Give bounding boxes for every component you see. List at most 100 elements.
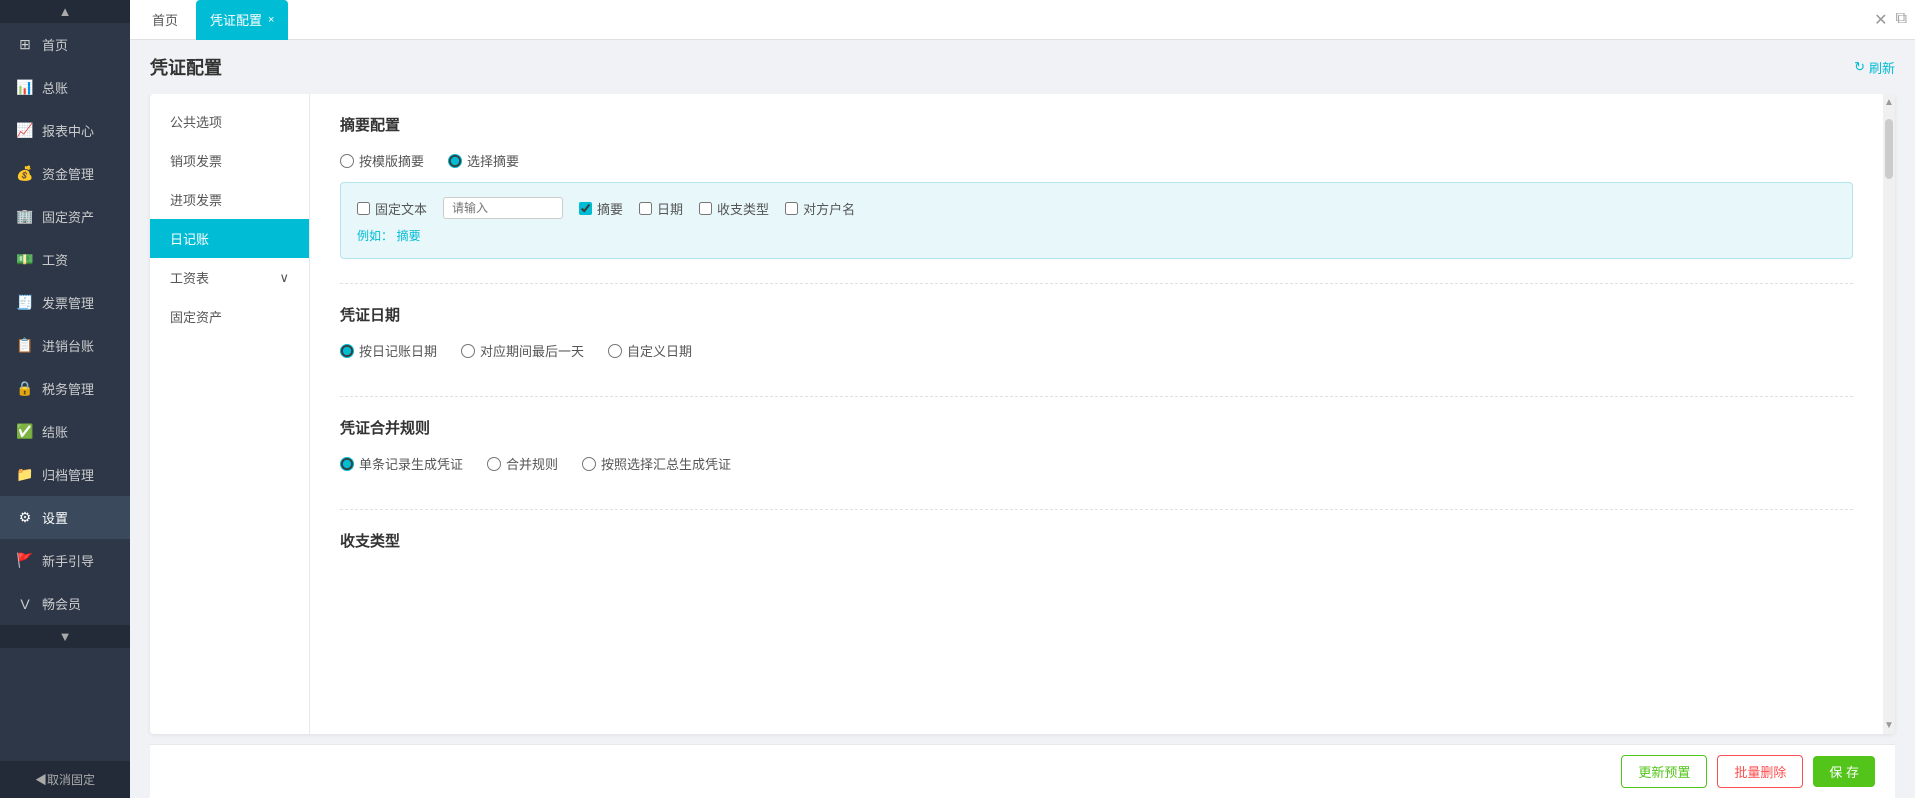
tab-voucher-config[interactable]: 凭证配置 ×: [196, 0, 288, 40]
radio-last-day-input[interactable]: [461, 344, 475, 358]
sidebar-scroll-up[interactable]: ▲: [0, 0, 130, 23]
assets-icon: 🏢: [16, 208, 34, 225]
radio-select-input[interactable]: [448, 154, 462, 168]
scroll-up-arrow[interactable]: ▲: [1883, 94, 1895, 111]
checkbox-income-type-input[interactable]: [699, 202, 712, 215]
radio-custom-date-input[interactable]: [608, 344, 622, 358]
summary-checkbox-row: 固定文本 摘要 日期: [357, 197, 1836, 219]
checkbox-fixed-text-label: 固定文本: [375, 199, 427, 218]
tax-icon: 🔒: [16, 380, 34, 397]
sidebar-item-archive[interactable]: 📁 归档管理: [0, 453, 130, 496]
sidebar-item-guide[interactable]: 🚩 新手引导: [0, 539, 130, 582]
sidebar-item-fixed-assets[interactable]: 🏢 固定资产: [0, 195, 130, 238]
sidebar-item-label: 结账: [42, 422, 68, 441]
radio-single-input[interactable]: [340, 457, 354, 471]
radio-last-day[interactable]: 对应期间最后一天: [461, 341, 584, 360]
sidebar-item-invoice-mgmt[interactable]: 🧾 发票管理: [0, 281, 130, 324]
radio-merge-input[interactable]: [487, 457, 501, 471]
radio-journal-date[interactable]: 按日记账日期: [340, 341, 437, 360]
summary-config-section: 摘要配置 按模版摘要 选择摘要: [340, 114, 1853, 284]
sidebar-item-tax-mgmt[interactable]: 🔒 税务管理: [0, 367, 130, 410]
sidebar-item-home[interactable]: ⊞ 首页: [0, 23, 130, 66]
tab-bar-actions: ✕ ⧉: [1874, 10, 1907, 30]
scrollbar-track[interactable]: ▲ ▼: [1883, 94, 1895, 734]
voucher-date-title: 凭证日期: [340, 304, 1853, 325]
checkbox-income-type[interactable]: 收支类型: [699, 199, 769, 218]
refresh-button[interactable]: ↻ 刷新: [1854, 58, 1895, 77]
sidebar-scroll-down[interactable]: ▼: [0, 625, 130, 648]
checkbox-counterpart-input[interactable]: [785, 202, 798, 215]
sidebar-item-sales-ledger[interactable]: 📋 进销台账: [0, 324, 130, 367]
radio-summary-voucher[interactable]: 按照选择汇总生成凭证: [582, 454, 731, 473]
restore-window-icon[interactable]: ⧉: [1896, 10, 1907, 30]
refresh-icon: ↻: [1854, 59, 1865, 75]
radio-template-summary[interactable]: 按模版摘要: [340, 151, 424, 170]
checkbox-date-input[interactable]: [639, 202, 652, 215]
checkbox-summary-input[interactable]: [579, 202, 592, 215]
left-nav-journal-label: 日记账: [170, 229, 209, 248]
radio-custom-date-label: 自定义日期: [627, 341, 692, 360]
close-window-icon[interactable]: ✕: [1874, 10, 1887, 30]
sidebar-item-label: 报表中心: [42, 121, 94, 140]
radio-template-label: 按模版摘要: [359, 151, 424, 170]
checkbox-fixed-text-input[interactable]: [357, 202, 370, 215]
sidebar-item-salary[interactable]: 💵 工资: [0, 238, 130, 281]
ledger-icon: 📊: [16, 79, 34, 96]
sidebar-unpin-button[interactable]: ◀取消固定: [0, 761, 130, 798]
salary-icon: 💵: [16, 251, 34, 268]
sidebar-item-label: 总账: [42, 78, 68, 97]
sidebar-item-settings[interactable]: ⚙ 设置: [0, 496, 130, 539]
checkbox-date[interactable]: 日期: [639, 199, 683, 218]
sidebar-item-fund-mgmt[interactable]: 💰 资金管理: [0, 152, 130, 195]
merge-rule-section: 凭证合并规则 单条记录生成凭证 合并规则 按照选择汇总生成凭证: [340, 417, 1853, 510]
summary-config-title: 摘要配置: [340, 114, 1853, 135]
radio-single-record[interactable]: 单条记录生成凭证: [340, 454, 463, 473]
radio-custom-date[interactable]: 自定义日期: [608, 341, 692, 360]
left-nav-journal[interactable]: 日记账: [150, 219, 309, 258]
scroll-thumb[interactable]: [1885, 119, 1893, 179]
content-area: 公共选项 销项发票 进项发票 日记账 工资表 ∨ 固定资产: [150, 94, 1895, 734]
tab-close-icon[interactable]: ×: [268, 14, 274, 26]
radio-single-label: 单条记录生成凭证: [359, 454, 463, 473]
left-nav-salary-table[interactable]: 工资表 ∨: [150, 258, 309, 297]
scroll-down-arrow[interactable]: ▼: [1883, 717, 1895, 734]
radio-merge-rule[interactable]: 合并规则: [487, 454, 558, 473]
summary-radio-group: 按模版摘要 选择摘要: [340, 151, 1853, 170]
left-nav-sales-invoice[interactable]: 销项发票: [150, 141, 309, 180]
sidebar-item-label: 设置: [42, 508, 68, 527]
sidebar-item-member[interactable]: V 畅会员: [0, 582, 130, 625]
left-nav-purchase-invoice-label: 进项发票: [170, 190, 222, 209]
example-label: 例如：: [357, 229, 393, 243]
radio-template-input[interactable]: [340, 154, 354, 168]
sidebar-item-checkout[interactable]: ✅ 结账: [0, 410, 130, 453]
checkbox-summary[interactable]: 摘要: [579, 199, 623, 218]
left-nav-purchase-invoice[interactable]: 进项发票: [150, 180, 309, 219]
fixed-text-input[interactable]: [443, 197, 563, 219]
sidebar-item-label: 工资: [42, 250, 68, 269]
sidebar-item-reports[interactable]: 📈 报表中心: [0, 109, 130, 152]
left-nav-fixed-assets[interactable]: 固定资产: [150, 297, 309, 336]
batch-delete-button[interactable]: 批量删除: [1717, 755, 1803, 788]
save-button[interactable]: 保 存: [1813, 756, 1875, 787]
summary-example: 例如： 摘要: [357, 227, 1836, 244]
sidebar-item-label: 新手引导: [42, 551, 94, 570]
sidebar-item-general-ledger[interactable]: 📊 总账: [0, 66, 130, 109]
radio-select-summary[interactable]: 选择摘要: [448, 151, 519, 170]
radio-select-label: 选择摘要: [467, 151, 519, 170]
tab-home[interactable]: 首页: [138, 0, 192, 40]
radio-journal-date-input[interactable]: [340, 344, 354, 358]
checkbox-counterpart-label: 对方户名: [803, 199, 855, 218]
left-nav-public[interactable]: 公共选项: [150, 102, 309, 141]
update-preview-button[interactable]: 更新预置: [1621, 755, 1707, 788]
merge-rule-title: 凭证合并规则: [340, 417, 1853, 438]
checkbox-counterpart[interactable]: 对方户名: [785, 199, 855, 218]
archive-icon: 📁: [16, 466, 34, 483]
left-nav-public-label: 公共选项: [170, 112, 222, 131]
settings-icon: ⚙: [16, 509, 34, 526]
tab-voucher-label: 凭证配置: [210, 10, 262, 29]
radio-summary-input[interactable]: [582, 457, 596, 471]
summary-config-box: 固定文本 摘要 日期: [340, 182, 1853, 259]
tab-home-label: 首页: [152, 10, 178, 29]
sales-icon: 📋: [16, 337, 34, 354]
checkbox-fixed-text[interactable]: 固定文本: [357, 199, 427, 218]
